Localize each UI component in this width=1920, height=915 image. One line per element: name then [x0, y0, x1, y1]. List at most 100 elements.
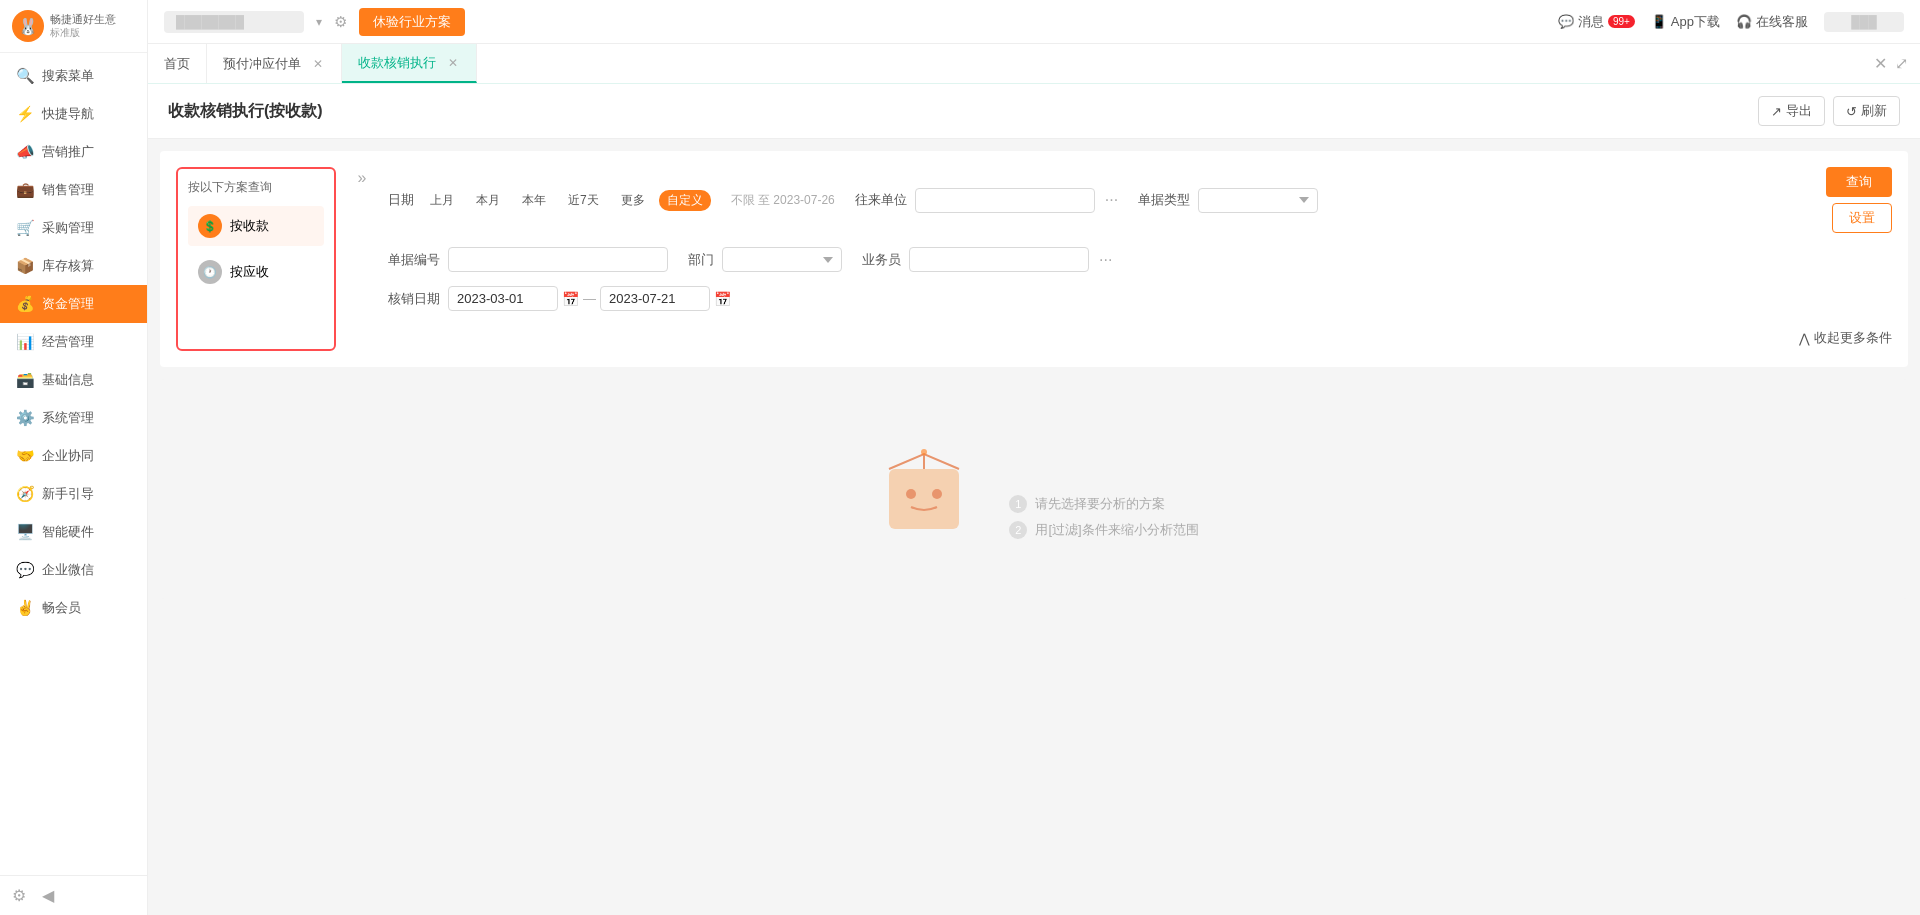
sidebar-item-label: 企业协同: [42, 447, 94, 465]
filter-option-receivable[interactable]: 🕐 按应收: [188, 252, 324, 292]
sidebar-item-label: 快捷导航: [42, 105, 94, 123]
sidebar-item-vip[interactable]: ✌️ 畅会员: [0, 589, 147, 627]
sidebar-item-system[interactable]: ⚙️ 系统管理: [0, 399, 147, 437]
staff-label: 业务员: [862, 251, 901, 269]
sidebar-item-finance[interactable]: 💰 资金管理: [0, 285, 147, 323]
sidebar-item-label: 系统管理: [42, 409, 94, 427]
tip-1-num: 1: [1009, 495, 1027, 513]
sidebar-item-basic-info[interactable]: 🗃️ 基础信息: [0, 361, 147, 399]
sidebar-item-hardware[interactable]: 🖥️ 智能硬件: [0, 513, 147, 551]
content-body: 1 请先选择要分析的方案 2 用[过滤]条件来缩小分析范围: [160, 379, 1908, 599]
sidebar-item-label: 智能硬件: [42, 523, 94, 541]
prev-month-btn[interactable]: 上月: [422, 190, 462, 211]
filter-fields: 日期 上月 本月 本年 近7天 更多 自定义 不限 至 2023-07-26: [388, 167, 1892, 351]
refresh-button[interactable]: ↺ 刷新: [1833, 96, 1900, 126]
close-tab-btn[interactable]: ✕: [1874, 54, 1887, 73]
filter-doc-no-item: 单据编号: [388, 247, 668, 272]
topbar-gear-icon[interactable]: ⚙: [334, 13, 347, 31]
sidebar-menu: 🔍 搜索菜单 ⚡ 快捷导航 📣 营销推广 💼 销售管理 🛒 采购管理 📦 库存核…: [0, 53, 147, 875]
finance-icon: 💰: [16, 295, 34, 313]
filter-row-1: 日期 上月 本月 本年 近7天 更多 自定义 不限 至 2023-07-26: [388, 167, 1892, 233]
staff-ellipsis-icon[interactable]: ···: [1099, 251, 1112, 269]
sidebar-logo: 🐰 畅捷通好生意 标准版: [0, 0, 147, 53]
sidebar-item-sales[interactable]: 💼 销售管理: [0, 171, 147, 209]
filter-row-2: 单据编号 部门 业务员 ···: [388, 247, 1892, 272]
receivable-option-icon: 🕐: [198, 260, 222, 284]
dept-select[interactable]: [722, 247, 842, 272]
topbar-app[interactable]: 📱 App下载: [1651, 13, 1720, 31]
message-badge: 99+: [1608, 15, 1635, 28]
filter-doc-type-item: 单据类型: [1138, 188, 1318, 213]
prepay-tab-close[interactable]: ✕: [311, 57, 325, 71]
partner-ellipsis-icon[interactable]: ···: [1105, 191, 1118, 209]
verif-date-start-calendar-icon[interactable]: 📅: [562, 291, 579, 307]
home-tab-label: 首页: [164, 55, 190, 73]
page-title: 收款核销执行(按收款): [168, 101, 323, 122]
doc-no-input[interactable]: [448, 247, 668, 272]
logo-badge: 标准版: [50, 26, 116, 40]
staff-input[interactable]: [909, 247, 1089, 272]
topbar-service[interactable]: 🎧 在线客服: [1736, 13, 1808, 31]
sidebar-item-quick-nav[interactable]: ⚡ 快捷导航: [0, 95, 147, 133]
solution-button[interactable]: 休验行业方案: [359, 8, 465, 36]
quick-nav-icon: ⚡: [16, 105, 34, 123]
empty-illustration: [869, 439, 979, 539]
topbar-chevron-icon[interactable]: ▾: [316, 15, 322, 29]
partner-input[interactable]: [915, 188, 1095, 213]
settings-bottom-icon[interactable]: ⚙: [12, 886, 26, 905]
doc-type-select[interactable]: [1198, 188, 1318, 213]
collapse-up-icon: ⋀: [1799, 331, 1810, 346]
collapse-more-btn[interactable]: ⋀ 收起更多条件: [388, 325, 1892, 351]
sidebar-item-search[interactable]: 🔍 搜索菜单: [0, 57, 147, 95]
this-year-btn[interactable]: 本年: [514, 190, 554, 211]
more-btn[interactable]: 更多: [613, 190, 653, 211]
sidebar-item-guide[interactable]: 🧭 新手引导: [0, 475, 147, 513]
custom-btn[interactable]: 自定义: [659, 190, 711, 211]
sidebar-item-label: 采购管理: [42, 219, 94, 237]
enterprise-icon: 🤝: [16, 447, 34, 465]
7days-btn[interactable]: 近7天: [560, 190, 607, 211]
sidebar-item-marketing[interactable]: 📣 营销推广: [0, 133, 147, 171]
export-icon: ↗: [1771, 104, 1782, 119]
hardware-icon: 🖥️: [16, 523, 34, 541]
verif-date-end-input[interactable]: [600, 286, 710, 311]
tab-collection[interactable]: 收款核销执行 ✕: [342, 44, 477, 83]
this-month-btn[interactable]: 本月: [468, 190, 508, 211]
basic-info-icon: 🗃️: [16, 371, 34, 389]
topbar-message[interactable]: 💬 消息 99+: [1558, 13, 1635, 31]
content-area: 收款核销执行(按收款) ↗ 导出 ↺ 刷新 按以下方案查询 💲 按收款: [148, 84, 1920, 915]
sidebar-bottom: ⚙ ◀: [0, 875, 147, 915]
verif-date-start-input[interactable]: [448, 286, 558, 311]
query-button[interactable]: 查询: [1826, 167, 1892, 197]
sidebar-item-wechat[interactable]: 💬 企业微信: [0, 551, 147, 589]
sidebar-item-inventory[interactable]: 📦 库存核算: [0, 247, 147, 285]
sidebar-item-label: 搜索菜单: [42, 67, 94, 85]
collection-tab-label: 收款核销执行: [358, 54, 436, 72]
sidebar-item-operations[interactable]: 📊 经营管理: [0, 323, 147, 361]
date-range-text: 不限 至 2023-07-26: [731, 192, 835, 209]
verif-date-end-calendar-icon[interactable]: 📅: [714, 291, 731, 307]
sidebar-item-enterprise[interactable]: 🤝 企业协同: [0, 437, 147, 475]
filter-collapse-left-btn[interactable]: »: [352, 169, 372, 187]
prepay-tab-label: 预付冲应付单: [223, 55, 301, 73]
export-button[interactable]: ↗ 导出: [1758, 96, 1825, 126]
tab-home[interactable]: 首页: [148, 44, 207, 83]
collapse-sidebar-icon[interactable]: ◀: [42, 886, 54, 905]
wechat-icon: 💬: [16, 561, 34, 579]
date-quick-buttons: 上月 本月 本年 近7天 更多 自定义: [422, 190, 711, 211]
empty-state: 1 请先选择要分析的方案 2 用[过滤]条件来缩小分析范围: [160, 379, 1908, 599]
sidebar-item-purchase[interactable]: 🛒 采购管理: [0, 209, 147, 247]
verif-date-range: 📅 — 📅: [448, 286, 731, 311]
topbar-right: 💬 消息 99+ 📱 App下载 🎧 在线客服 ███: [1558, 12, 1904, 32]
doc-type-label: 单据类型: [1138, 191, 1190, 209]
svg-point-4: [921, 449, 927, 455]
collection-tab-close[interactable]: ✕: [446, 56, 460, 70]
tab-prepay[interactable]: 预付冲应付单 ✕: [207, 44, 342, 83]
tip-1-text: 请先选择要分析的方案: [1035, 495, 1165, 513]
refresh-icon: ↺: [1846, 104, 1857, 119]
page-header: 收款核销执行(按收款) ↗ 导出 ↺ 刷新: [148, 84, 1920, 139]
settings-button[interactable]: 设置: [1832, 203, 1892, 233]
filter-option-receipt[interactable]: 💲 按收款: [188, 206, 324, 246]
expand-tab-btn[interactable]: ⤢: [1895, 54, 1908, 73]
filter-scheme-panel: 按以下方案查询 💲 按收款 🕐 按应收: [176, 167, 336, 351]
